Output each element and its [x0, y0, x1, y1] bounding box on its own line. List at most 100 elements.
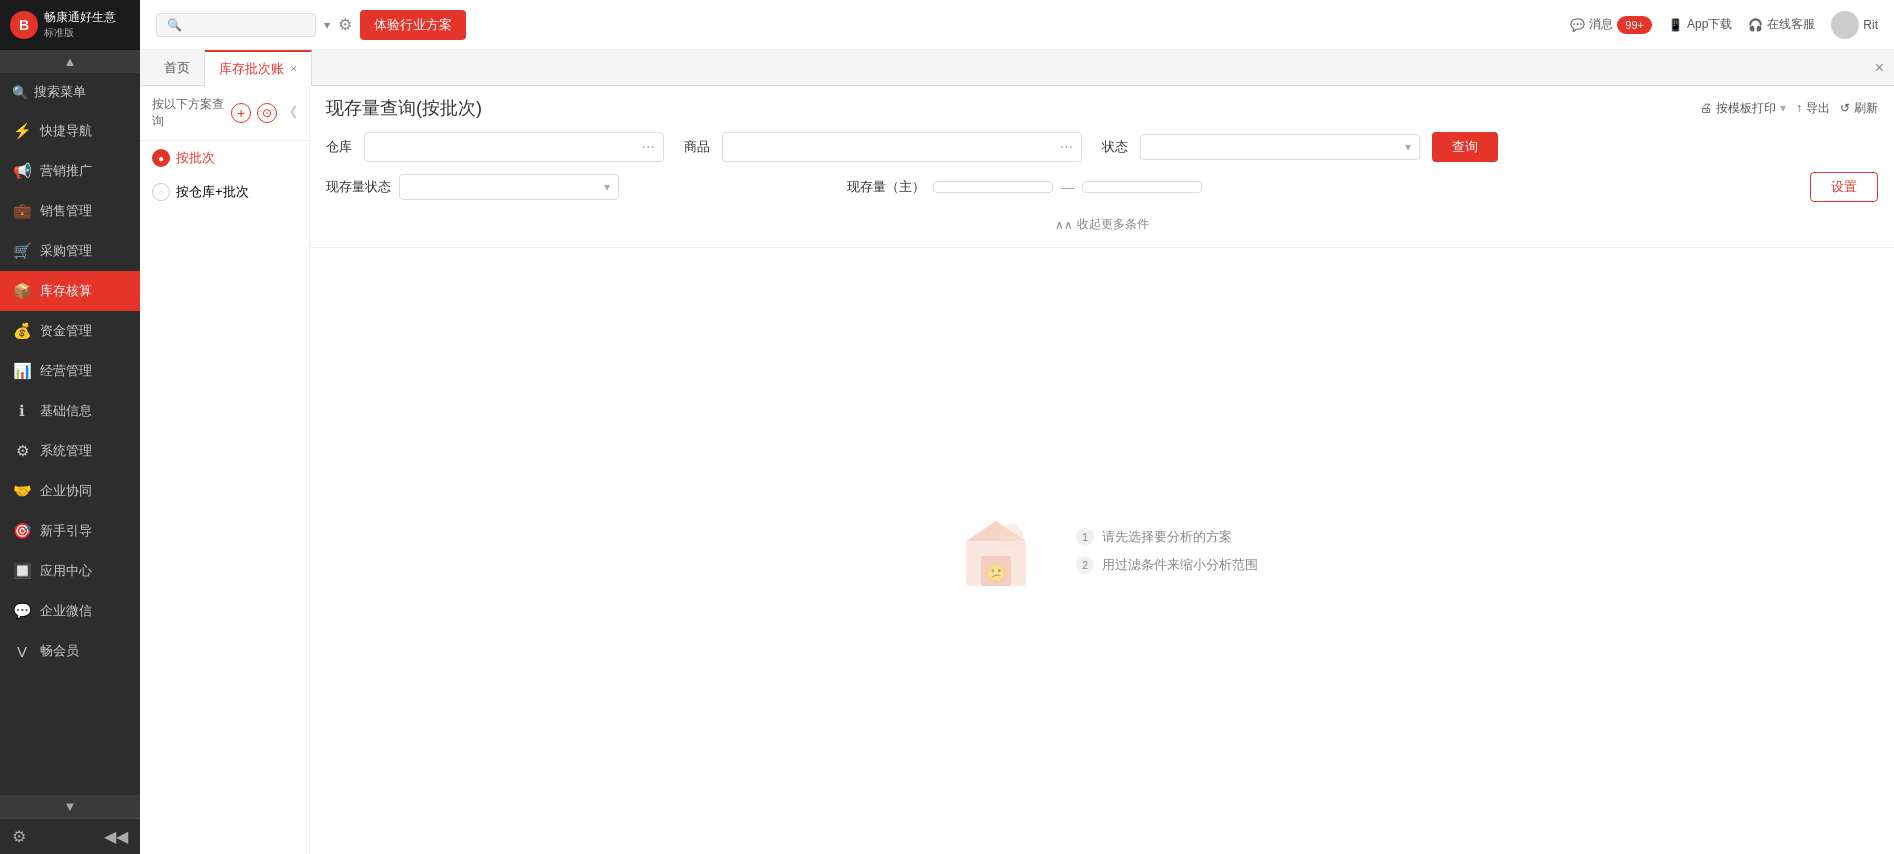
tab-home[interactable]: 首页 — [150, 50, 205, 86]
empty-state: 😕 1 请先选择要分析的方案 2 用过滤条件来缩小分析范围 — [310, 248, 1894, 854]
topbar-search-box[interactable]: 🔍 — [156, 13, 316, 37]
inventory-qty-to[interactable] — [1082, 181, 1202, 193]
export-action[interactable]: ↑ 导出 — [1796, 100, 1830, 117]
tab-inventory-batch[interactable]: 库存批次账 × — [205, 50, 312, 86]
app-name: 畅康通好生意 — [44, 10, 116, 26]
tip-2-text: 用过滤条件来缩小分析范围 — [1102, 556, 1258, 574]
sidebar-header: B 畅康通好生意 标准版 — [0, 0, 140, 50]
sidebar-item-enterprise[interactable]: 🤝 企业协同 — [0, 471, 140, 511]
warehouse-input[interactable]: ··· — [364, 132, 664, 162]
app-download-action[interactable]: 📱 App下载 — [1668, 16, 1732, 33]
sidebar-item-basic-info[interactable]: ℹ 基础信息 — [0, 391, 140, 431]
left-panel: 按以下方案查询 + ⊙ 《 ● 按批次 ○ 按仓库+批次 — [140, 86, 310, 854]
online-service-action[interactable]: 🎧 在线客服 — [1748, 16, 1815, 33]
tip-num-1: 1 — [1076, 528, 1094, 546]
collapse-panel-icon[interactable]: 《 — [283, 104, 297, 122]
sidebar-item-label: 系统管理 — [40, 442, 92, 460]
inventory-status-select[interactable]: ▾ — [399, 174, 619, 200]
sidebar-item-vip[interactable]: V 畅会员 — [0, 631, 140, 671]
status-chevron-icon: ▾ — [1405, 140, 1411, 154]
sidebar-item-finance[interactable]: 💰 资金管理 — [0, 311, 140, 351]
sidebar-item-inventory[interactable]: 📦 库存核算 — [0, 271, 140, 311]
tip-num-2: 2 — [1076, 556, 1094, 574]
status-select[interactable]: ▾ — [1140, 134, 1420, 160]
collapse-sidebar-icon[interactable]: ◀◀ — [104, 827, 128, 846]
user-name: Rit — [1863, 18, 1878, 32]
page-header: 现存量查询(按批次) 🖨 按模板打印 ▾ ↑ 导出 ↺ 刷新 — [310, 86, 1894, 120]
main-area: 🔍 ▾ ⚙ 体验行业方案 💬 消息 99+ 📱 App下载 🎧 在线客服 — [140, 0, 1894, 854]
messages-badge: 99+ — [1617, 16, 1652, 34]
sidebar-item-label: 企业微信 — [40, 602, 92, 620]
basic-info-icon: ℹ — [12, 401, 32, 421]
sidebar-bottom: ⚙ ◀◀ — [0, 818, 140, 854]
right-panel: 现存量查询(按批次) 🖨 按模板打印 ▾ ↑ 导出 ↺ 刷新 — [310, 86, 1894, 854]
scheme-active-dot: ● — [152, 149, 170, 167]
sidebar-item-wechat[interactable]: 💬 企业微信 — [0, 591, 140, 631]
export-icon: ↑ — [1796, 101, 1802, 115]
sidebar-item-system[interactable]: ⚙ 系统管理 — [0, 431, 140, 471]
sidebar-scroll-down[interactable]: ▼ — [0, 795, 140, 818]
qty-divider: — — [1061, 180, 1074, 195]
sidebar-item-purchase[interactable]: 🛒 采购管理 — [0, 231, 140, 271]
filter-area: 仓库 ··· 商品 ··· 状态 ▾ 查询 — [310, 120, 1894, 248]
goods-input[interactable]: ··· — [722, 132, 1082, 162]
tab-area-close-icon[interactable]: × — [1865, 59, 1894, 77]
sidebar-item-operations[interactable]: 📊 经营管理 — [0, 351, 140, 391]
sidebar-item-marketing[interactable]: 📢 营销推广 — [0, 151, 140, 191]
wechat-icon: 💬 — [12, 601, 32, 621]
sidebar-item-label: 销售管理 — [40, 202, 92, 220]
sidebar-item-label: 采购管理 — [40, 242, 92, 260]
tab-home-label: 首页 — [164, 59, 190, 77]
sidebar-item-sales[interactable]: 💼 销售管理 — [0, 191, 140, 231]
inventory-qty-label: 现存量（主） — [847, 178, 925, 196]
tab-close-icon[interactable]: × — [290, 63, 297, 75]
phone-icon: 📱 — [1668, 18, 1683, 32]
sidebar-search-label: 搜索菜单 — [34, 83, 86, 101]
print-icon: 🖨 — [1700, 101, 1712, 115]
tip-1-text: 请先选择要分析的方案 — [1102, 528, 1232, 546]
chevron-up-icon: ∧∧ — [1055, 218, 1073, 232]
topbar-gear-icon[interactable]: ⚙ — [338, 15, 352, 34]
settings-bottom-icon[interactable]: ⚙ — [12, 827, 26, 846]
query-btn[interactable]: 查询 — [1432, 132, 1498, 162]
inventory-qty-filter: 现存量（主） — — [847, 178, 1316, 196]
sidebar-item-quick-nav[interactable]: ⚡ 快捷导航 — [0, 111, 140, 151]
refresh-action[interactable]: ↺ 刷新 — [1840, 100, 1878, 117]
svg-text:😕: 😕 — [985, 562, 1008, 584]
topbar-right: 💬 消息 99+ 📱 App下载 🎧 在线客服 Rit — [1570, 11, 1878, 39]
topbar: 🔍 ▾ ⚙ 体验行业方案 💬 消息 99+ 📱 App下载 🎧 在线客服 — [140, 0, 1894, 50]
user-menu[interactable]: Rit — [1831, 11, 1878, 39]
scheme-by-warehouse-batch-label: 按仓库+批次 — [176, 183, 249, 201]
messages-action[interactable]: 💬 消息 99+ — [1570, 16, 1652, 34]
inventory-qty-from[interactable] — [933, 181, 1053, 193]
empty-tip-1: 1 请先选择要分析的方案 — [1076, 528, 1258, 546]
add-scheme-icon[interactable]: + — [231, 103, 251, 123]
sidebar-item-label: 库存核算 — [40, 282, 92, 300]
topbar-chevron-icon[interactable]: ▾ — [324, 18, 330, 32]
warehouse-dots-icon: ··· — [642, 138, 655, 156]
sidebar-scroll-up[interactable]: ▲ — [0, 50, 140, 73]
app-center-icon: 🔲 — [12, 561, 32, 581]
guide-icon: 🎯 — [12, 521, 32, 541]
sidebar-item-label: 基础信息 — [40, 402, 92, 420]
scheme-settings-icon[interactable]: ⊙ — [257, 103, 277, 123]
sidebar-item-label: 畅会员 — [40, 642, 79, 660]
topbar-left: 🔍 ▾ ⚙ 体验行业方案 — [156, 10, 1560, 40]
sidebar-item-label: 资金管理 — [40, 322, 92, 340]
scheme-item-by-warehouse-batch[interactable]: ○ 按仓库+批次 — [140, 175, 309, 209]
sidebar-item-app-center[interactable]: 🔲 应用中心 — [0, 551, 140, 591]
inventory-status-chevron: ▾ — [604, 180, 610, 194]
warehouse-label: 仓库 — [326, 138, 352, 156]
scheme-by-batch-label: 按批次 — [176, 149, 215, 167]
collapse-more[interactable]: ∧∧ 收起更多条件 — [326, 212, 1878, 235]
search-icon-topbar: 🔍 — [167, 18, 182, 32]
filter-row-2: 现存量状态 ▾ 现存量（主） — — [326, 172, 1878, 202]
print-action[interactable]: 🖨 按模板打印 ▾ — [1700, 100, 1786, 117]
finance-icon: 💰 — [12, 321, 32, 341]
sidebar-item-guide[interactable]: 🎯 新手引导 — [0, 511, 140, 551]
settings-btn[interactable]: 设置 — [1810, 172, 1878, 202]
sidebar-search-item[interactable]: 🔍 搜索菜单 — [0, 73, 140, 111]
scheme-item-by-batch[interactable]: ● 按批次 — [140, 141, 309, 175]
quick-nav-icon: ⚡ — [12, 121, 32, 141]
experience-btn[interactable]: 体验行业方案 — [360, 10, 466, 40]
